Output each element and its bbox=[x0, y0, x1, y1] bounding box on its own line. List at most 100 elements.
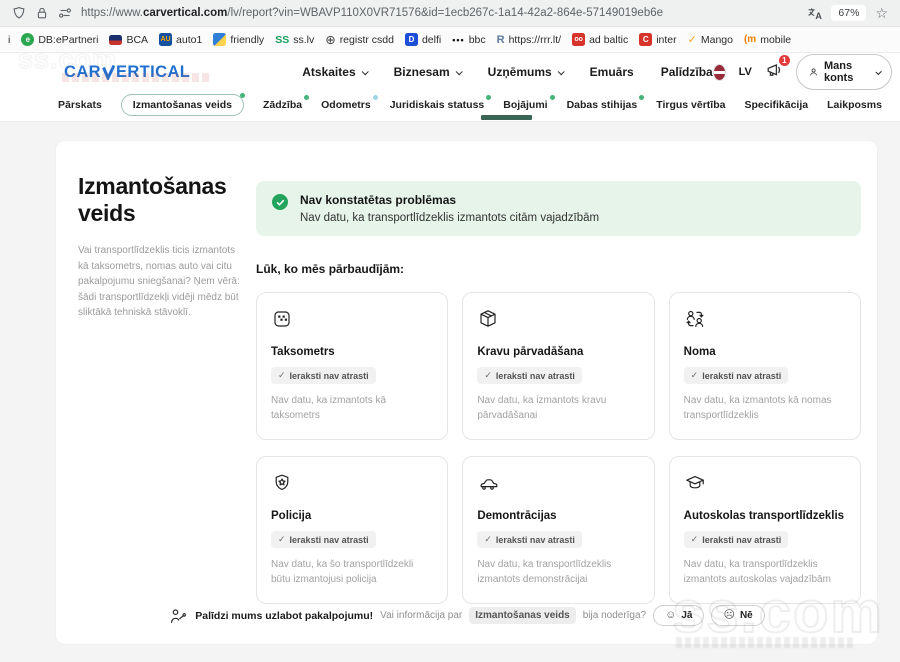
bookmark-item[interactable]: e DB:ePartneri bbox=[21, 33, 98, 46]
csdd-globe-favicon: ⊕ bbox=[325, 33, 336, 47]
feedback-yes-button[interactable]: ☺ Jā bbox=[653, 605, 705, 626]
carvertical-logo[interactable]: CAR ERTICAL bbox=[64, 63, 190, 82]
alert-text: Nav datu, ka transportlīdzeklis izmantot… bbox=[300, 212, 600, 224]
status-dot-green bbox=[240, 93, 246, 98]
site-permissions-icon[interactable] bbox=[58, 6, 72, 20]
bookmark-item[interactable]: ⊕ registr csdd bbox=[325, 33, 394, 47]
status-dot-blue bbox=[372, 95, 378, 100]
check-icon: ✓ bbox=[484, 534, 492, 544]
card-text: Nav datu, ka transportlīdzeklis izmantot… bbox=[683, 559, 831, 585]
bookmark-item[interactable]: oo ad baltic bbox=[572, 33, 628, 46]
card-policija: Policija ✓ Ieraksti nav atrasti Nav datu,… bbox=[256, 456, 449, 604]
status-badge: ✓ Ieraksti nav atrasti bbox=[683, 367, 789, 384]
status-dot-green bbox=[639, 95, 645, 100]
tab-zadziba[interactable]: Zādzība bbox=[263, 95, 310, 111]
check-icon: ✓ bbox=[690, 370, 699, 380]
rrr-favicon: R bbox=[496, 33, 505, 46]
nav-emuars[interactable]: Emuārs bbox=[590, 65, 634, 79]
status-dot-green bbox=[549, 95, 555, 100]
page-zoom-badge[interactable]: 67% bbox=[831, 5, 867, 21]
header-right: LV 1 Mans konts bbox=[712, 54, 893, 90]
address-bar-url[interactable]: https://www.carvertical.com/lv/report?vi… bbox=[81, 7, 797, 19]
bookmark-item[interactable]: Rhttps://rrr.lt/ bbox=[497, 33, 561, 46]
bookmark-item[interactable]: Ddelfi bbox=[404, 33, 441, 46]
my-account-button[interactable]: Mans konts bbox=[795, 54, 893, 90]
tab-izmantosanas-veids[interactable]: Izmantošanas veids bbox=[120, 93, 246, 116]
db-epartneri-favicon: e bbox=[21, 33, 35, 46]
chevron-down-icon bbox=[361, 67, 369, 75]
lock-icon[interactable] bbox=[35, 6, 49, 20]
announcements-button[interactable]: 1 bbox=[765, 54, 790, 84]
bookmark-item[interactable]: SS ss.lv bbox=[275, 33, 314, 46]
friendly-favicon bbox=[213, 33, 227, 46]
ad-baltic-favicon: oo bbox=[572, 33, 586, 46]
tracking-shield-icon[interactable] bbox=[12, 6, 26, 20]
page-title: Izmantošanas veids bbox=[78, 173, 227, 227]
card-title: Autoskolas transportlīdzeklis bbox=[683, 510, 845, 522]
bookmark-item[interactable]: friendly bbox=[213, 33, 264, 46]
police-shield-icon bbox=[275, 474, 289, 491]
notification-count-badge: 1 bbox=[778, 54, 790, 66]
card-title: Kravu pārvadāšana bbox=[477, 346, 584, 358]
check-icon: ✓ bbox=[278, 534, 286, 544]
feedback-no-button[interactable]: ☹ Nē bbox=[711, 605, 765, 626]
language-selector[interactable]: LV bbox=[739, 66, 752, 78]
bookmark-item[interactable]: (m mobile bbox=[744, 33, 791, 46]
card-text: Nav datu, ka izmantots kravu pārvadāšana… bbox=[477, 395, 607, 421]
check-icon: ✓ bbox=[484, 370, 492, 380]
logo-check-v-icon bbox=[102, 64, 115, 80]
nav-uznemums[interactable]: Uzņēmums bbox=[488, 65, 565, 79]
rental-users-swap-icon bbox=[686, 310, 704, 327]
card-kravu-parvadasana: Kravu pārvadāšana ✓ Ieraksti nav atrasti … bbox=[462, 292, 655, 440]
bookmark-item[interactable]: i bbox=[8, 34, 10, 46]
tab-laikposms[interactable]: Laikposms bbox=[827, 99, 882, 111]
checks-heading: Lūk, ko mēs pārbaudījām: bbox=[256, 262, 405, 276]
status-badge: ✓ Ieraksti nav atrasti bbox=[683, 531, 789, 548]
mobile-favicon: (m bbox=[743, 34, 757, 45]
bookmark-item[interactable]: ••• bbc bbox=[452, 33, 485, 46]
tab-parskats[interactable]: Pārskats bbox=[58, 99, 102, 111]
waving-person-icon bbox=[171, 608, 187, 623]
tab-specifikacija[interactable]: Specifikācija bbox=[744, 99, 808, 111]
bookmark-item[interactable]: Cinter bbox=[639, 33, 677, 46]
section-body: Nav konstatētas problēmas Nav datu, ka t… bbox=[256, 181, 861, 604]
latvia-flag-icon[interactable] bbox=[712, 63, 726, 81]
auto1-favicon: AU bbox=[159, 33, 173, 46]
nav-palidziba[interactable]: Palīdzība bbox=[661, 65, 713, 79]
browser-url-bar: https://www.carvertical.com/lv/report?vi… bbox=[0, 0, 900, 27]
card-title: Demontrācijas bbox=[477, 510, 557, 522]
nav-atskaites[interactable]: Atskaites bbox=[302, 65, 369, 79]
card-title: Noma bbox=[683, 346, 716, 358]
tab-dabas-stihijas[interactable]: Dabas stihijas bbox=[567, 95, 645, 111]
bookmark-item[interactable]: ✓ Mango bbox=[688, 33, 733, 47]
bca-favicon bbox=[109, 34, 123, 45]
section-intro: Izmantošanas veids Vai transportlīdzekli… bbox=[78, 173, 246, 321]
inter-favicon: C bbox=[639, 33, 653, 46]
nav-biznesam[interactable]: Biznesam bbox=[394, 65, 463, 79]
feedback-question-pre: Vai informācija par bbox=[380, 610, 463, 621]
bookmark-item[interactable]: AU auto1 bbox=[159, 33, 202, 46]
tab-tirgus-vertiba[interactable]: Tirgus vērtība bbox=[656, 99, 725, 111]
usage-type-panel: Izmantošanas veids Vai transportlīdzekli… bbox=[55, 140, 878, 645]
card-text: Nav datu, ka transportlīdzeklis izmantot… bbox=[477, 559, 612, 585]
tab-juridiskais-statuss[interactable]: Juridiskais statuss bbox=[390, 95, 492, 111]
tab-odometrs[interactable]: Odometrs bbox=[321, 95, 378, 111]
chevron-down-icon bbox=[875, 68, 882, 75]
bbc-favicon: ••• bbox=[452, 34, 465, 45]
graduation-cap-icon bbox=[685, 476, 704, 489]
ss-lv-favicon: SS bbox=[275, 33, 290, 46]
tab-bojajumi[interactable]: Bojājumi bbox=[503, 95, 555, 111]
bookmark-star-icon[interactable]: ☆ bbox=[875, 6, 888, 20]
translate-icon[interactable]: A bbox=[806, 6, 822, 21]
status-badge: ✓ Ieraksti nav atrasti bbox=[271, 531, 376, 548]
bookmark-item[interactable]: BCA bbox=[109, 34, 148, 46]
alert-title: Nav konstatētas problēmas bbox=[300, 193, 457, 207]
status-badge: ✓ Ieraksti nav atrasti bbox=[271, 367, 376, 384]
check-icon: ✓ bbox=[278, 370, 286, 380]
frown-icon: ☹ bbox=[723, 609, 735, 621]
chevron-down-icon bbox=[455, 67, 463, 75]
status-dot-green bbox=[304, 95, 310, 100]
taxi-icon bbox=[274, 311, 290, 327]
card-autoskolas: Autoskolas transportlīdzeklis ✓ Ieraksti … bbox=[668, 456, 861, 604]
car-icon bbox=[480, 479, 498, 490]
